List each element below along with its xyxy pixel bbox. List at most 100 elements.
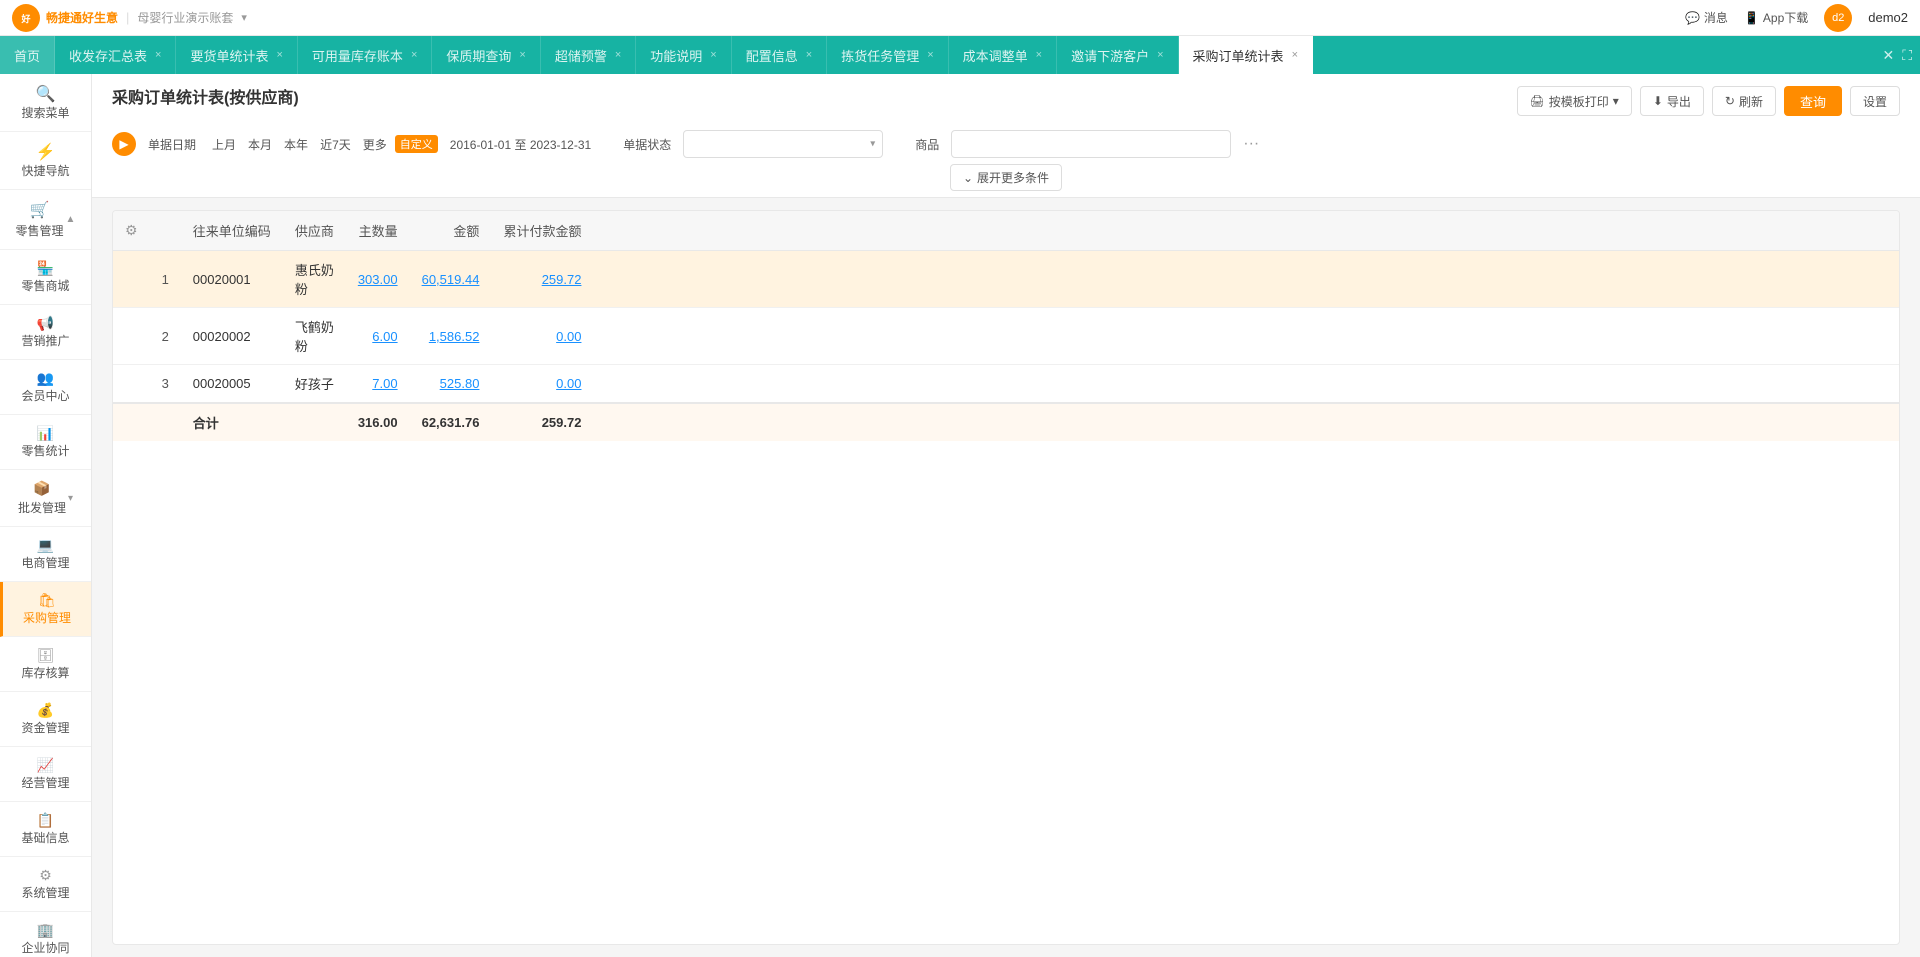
sidebar-item-wholesale[interactable]: 📦 批发管理 ▾ xyxy=(0,470,91,527)
table-row[interactable]: 1 00020001 惠氏奶粉 303.00 60,519.44 259.72 xyxy=(113,251,1899,308)
message-button[interactable]: 💬 消息 xyxy=(1685,9,1728,26)
title-row: 采购订单统计表(按供应商) 🖨 按模板打印 ▾ ⬇ 导出 ↻ 刷新 xyxy=(92,74,1920,124)
tab-overstock-close[interactable]: × xyxy=(615,49,621,61)
tab-purchase-stat[interactable]: 采购订单统计表 × xyxy=(1179,36,1313,74)
date-more[interactable]: 更多 xyxy=(359,135,391,154)
sidebar-item-purchase[interactable]: 🛍 采购管理 xyxy=(0,582,91,637)
refresh-button[interactable]: ↻ 刷新 xyxy=(1712,86,1776,116)
sidebar-item-enterprise[interactable]: 🏢 企业协同 xyxy=(0,912,91,957)
table-row[interactable]: 2 00020002 飞鹤奶粉 6.00 1,586.52 0.00 xyxy=(113,308,1899,365)
tab-funcguide[interactable]: 功能说明 × xyxy=(636,36,731,74)
tab-pick[interactable]: 拣货任务管理 × xyxy=(827,36,948,74)
footer-index xyxy=(150,403,181,441)
expand-conditions-button[interactable]: ⌄ 展开更多条件 xyxy=(950,164,1062,191)
tab-requisition[interactable]: 要货单统计表 × xyxy=(176,36,297,74)
date-this-year[interactable]: 本年 xyxy=(280,135,312,154)
sidebar-item-members[interactable]: 👥 会员中心 xyxy=(0,360,91,415)
footer-paid: 259.72 xyxy=(491,403,593,441)
sidebar-item-inventory[interactable]: 🗄 库存核算 xyxy=(0,637,91,692)
export-icon: ⬇ xyxy=(1653,94,1663,108)
row2-settings xyxy=(113,308,150,365)
refresh-label: 刷新 xyxy=(1739,93,1763,110)
template-print-button[interactable]: 🖨 按模板打印 ▾ xyxy=(1517,86,1632,116)
date-7days[interactable]: 近7天 xyxy=(316,135,355,154)
tab-collect[interactable]: 收发存汇总表 × xyxy=(55,36,176,74)
row1-settings xyxy=(113,251,150,308)
maximize-button[interactable]: ⛶ xyxy=(1902,47,1912,64)
sidebar-item-retail-mall[interactable]: 🏪 零售商城 xyxy=(0,250,91,305)
settings-col-header[interactable]: ⚙ xyxy=(113,211,150,251)
date-label: 单据日期 xyxy=(148,136,196,153)
tab-costadj[interactable]: 成本调整单 × xyxy=(949,36,1057,74)
sidebar-item-system[interactable]: ⚙ 系统管理 xyxy=(0,857,91,912)
row3-paid[interactable]: 0.00 xyxy=(491,365,593,404)
export-button[interactable]: ⬇ 导出 xyxy=(1640,86,1704,116)
tab-config[interactable]: 配置信息 × xyxy=(732,36,827,74)
expand-label: 展开更多条件 xyxy=(977,169,1049,186)
user-name[interactable]: demo2 xyxy=(1868,10,1908,25)
filter-toggle-button[interactable]: ▶ xyxy=(112,132,136,156)
date-this-month[interactable]: 本月 xyxy=(244,135,276,154)
row1-paid[interactable]: 259.72 xyxy=(491,251,593,308)
query-button[interactable]: 查询 xyxy=(1784,86,1842,116)
tab-invite-close[interactable]: × xyxy=(1157,49,1163,61)
row3-quantity[interactable]: 7.00 xyxy=(346,365,410,404)
tab-inventory-close[interactable]: × xyxy=(411,49,417,61)
sidebar-item-ecommerce[interactable]: 💻 电商管理 xyxy=(0,527,91,582)
sidebar-item-shortcuts[interactable]: ⚡ 快捷导航 xyxy=(0,132,91,190)
tab-requisition-close[interactable]: × xyxy=(276,49,282,61)
row2-amount[interactable]: 1,586.52 xyxy=(410,308,492,365)
avatar[interactable]: d2 xyxy=(1824,4,1852,32)
sidebar-item-ops[interactable]: 📈 经营管理 xyxy=(0,747,91,802)
close-all-tabs-button[interactable]: ✕ xyxy=(1882,47,1894,64)
app-download-label: App下载 xyxy=(1763,9,1808,26)
sidebar-item-retail-stat[interactable]: 📊 零售统计 xyxy=(0,415,91,470)
sidebar-retail-arrow: ▲ xyxy=(66,214,76,225)
row2-paid[interactable]: 0.00 xyxy=(491,308,593,365)
row3-supplier-code: 00020005 xyxy=(181,365,283,404)
date-range-value: 2016-01-01 至 2023-12-31 xyxy=(450,136,591,153)
sidebar-inventory-label: 库存核算 xyxy=(4,664,87,681)
status-select-wrapper xyxy=(683,130,883,158)
tab-funcguide-close[interactable]: × xyxy=(710,49,716,61)
tab-overstock[interactable]: 超储预警 × xyxy=(541,36,636,74)
top-bar-left: 好 畅捷通好生意 | 母婴行业演示账套 ▾ xyxy=(12,4,247,32)
date-prev-month[interactable]: 上月 xyxy=(208,135,240,154)
logo-area: 好 畅捷通好生意 xyxy=(12,4,118,32)
tab-costadj-close[interactable]: × xyxy=(1036,49,1042,61)
col-quantity: 主数量 xyxy=(346,211,410,251)
top-bar: 好 畅捷通好生意 | 母婴行业演示账套 ▾ 💬 消息 📱 App下载 d2 de… xyxy=(0,0,1920,36)
logo-icon: 好 xyxy=(12,4,40,32)
app-download-button[interactable]: 📱 App下载 xyxy=(1744,9,1808,26)
settings-button[interactable]: 设置 xyxy=(1850,86,1900,116)
status-select[interactable] xyxy=(683,130,883,158)
sidebar-item-finance[interactable]: 💰 资金管理 xyxy=(0,692,91,747)
tab-purchase-stat-close[interactable]: × xyxy=(1292,49,1298,61)
sidebar-item-retail[interactable]: 🛒 零售管理 ▲ xyxy=(0,190,91,250)
tab-invite[interactable]: 邀请下游客户 × xyxy=(1057,36,1178,74)
row1-supplier-name: 惠氏奶粉 xyxy=(283,251,346,308)
sidebar-item-marketing[interactable]: 📢 营销推广 xyxy=(0,305,91,360)
refresh-icon: ↻ xyxy=(1725,94,1735,108)
sidebar-item-search[interactable]: 🔍 搜索菜单 xyxy=(0,74,91,132)
action-buttons: 🖨 按模板打印 ▾ ⬇ 导出 ↻ 刷新 查询 xyxy=(1517,86,1900,116)
row1-amount[interactable]: 60,519.44 xyxy=(410,251,492,308)
row1-quantity[interactable]: 303.00 xyxy=(346,251,410,308)
col-paid: 累计付款金额 xyxy=(491,211,593,251)
footer-quantity: 316.00 xyxy=(346,403,410,441)
goods-input[interactable] xyxy=(951,130,1231,158)
tab-warranty[interactable]: 保质期查询 × xyxy=(432,36,540,74)
row2-quantity[interactable]: 6.00 xyxy=(346,308,410,365)
tab-pick-close[interactable]: × xyxy=(927,49,933,61)
tab-collect-close[interactable]: × xyxy=(155,49,161,61)
tab-config-close[interactable]: × xyxy=(806,49,812,61)
table-row[interactable]: 3 00020005 好孩子 7.00 525.80 0.00 xyxy=(113,365,1899,404)
tab-inventory[interactable]: 可用量库存账本 × xyxy=(298,36,432,74)
sidebar-item-basic[interactable]: 📋 基础信息 xyxy=(0,802,91,857)
row3-amount[interactable]: 525.80 xyxy=(410,365,492,404)
date-custom-tag[interactable]: 自定义 xyxy=(395,135,438,153)
goods-more-icon[interactable]: ··· xyxy=(1243,135,1259,153)
tab-home[interactable]: 首页 xyxy=(0,36,55,74)
avatar-initials: d2 xyxy=(1832,12,1844,24)
tab-warranty-close[interactable]: × xyxy=(519,49,525,61)
